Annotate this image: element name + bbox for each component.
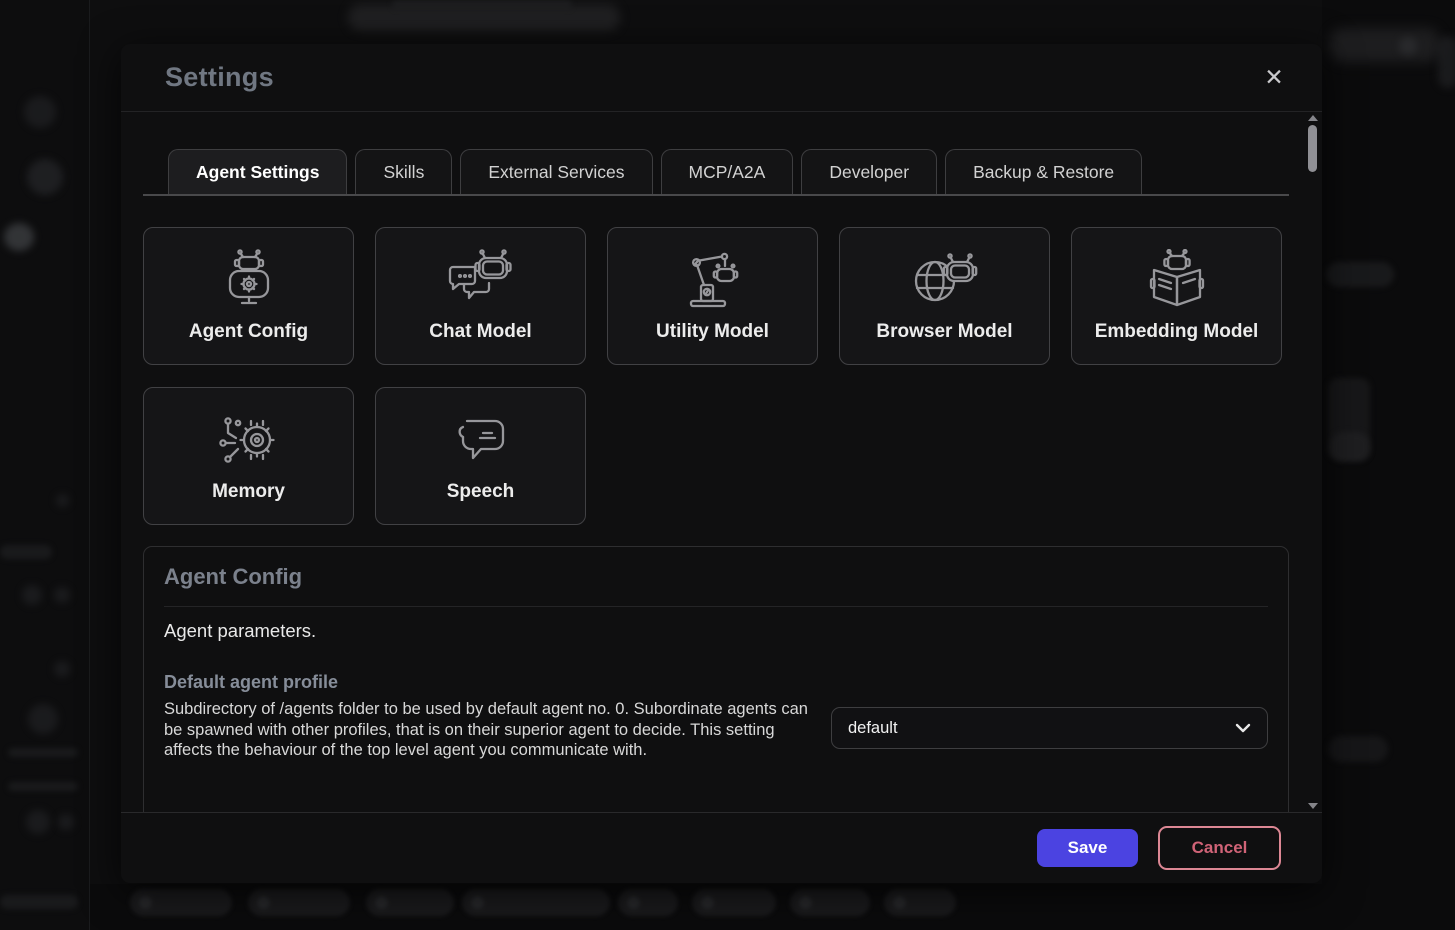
dimmed-bottom-button: [366, 889, 454, 916]
modal-scrollbar[interactable]: [1306, 112, 1319, 812]
robot-monitor-gear-icon: [213, 249, 285, 311]
scrollbar-thumb[interactable]: [1308, 125, 1317, 172]
tab-skills[interactable]: Skills: [355, 149, 452, 194]
tab-label: Backup & Restore: [973, 162, 1114, 183]
dimmed-sidebar-label: [0, 545, 52, 559]
section-divider: [164, 606, 1268, 607]
dimmed-sidebar-label: [8, 782, 78, 791]
dimmed-topbar-icon: [1438, 36, 1455, 88]
modal-header: Settings ✕: [121, 44, 1322, 112]
dimmed-sidebar-icon: [24, 96, 56, 128]
tab-backup-restore[interactable]: Backup & Restore: [945, 149, 1142, 194]
robot-arm-icon: [677, 249, 749, 311]
card-memory[interactable]: Memory: [143, 387, 354, 525]
robot-reading-book-icon: [1141, 249, 1213, 311]
dimmed-bottom-button: [130, 889, 232, 916]
dimmed-side-pill: [1326, 262, 1394, 287]
settings-cards-grid: Agent Config Chat Model: [143, 227, 1289, 525]
card-browser-model[interactable]: Browser Model: [839, 227, 1050, 365]
card-label: Chat Model: [429, 321, 531, 343]
dimmed-sidebar-icon: [26, 810, 50, 834]
tab-agent-settings[interactable]: Agent Settings: [168, 149, 347, 194]
dimmed-sidebar-icon: [54, 661, 70, 677]
tab-label: Developer: [829, 162, 909, 183]
dimmed-topbar-text: [1330, 28, 1440, 62]
settings-tabs: Agent Settings Skills External Services …: [168, 149, 1289, 194]
dimmed-suggestion-text: [392, 0, 572, 9]
dimmed-sidebar-icon: [54, 587, 70, 603]
dimmed-bottom-button: [884, 889, 956, 916]
globe-robot-icon: [909, 249, 981, 311]
dimmed-sidebar-icon: [22, 585, 42, 605]
cancel-button[interactable]: Cancel: [1158, 826, 1281, 870]
dimmed-sidebar-label: [8, 748, 78, 757]
dimmed-bottom-button: [618, 889, 678, 916]
dimmed-bottom-button: [692, 889, 776, 916]
dimmed-sidebar-icon: [58, 814, 74, 830]
card-embedding-model[interactable]: Embedding Model: [1071, 227, 1282, 365]
dimmed-bottom-button: [462, 889, 610, 916]
card-agent-config[interactable]: Agent Config: [143, 227, 354, 365]
chevron-down-icon: [1235, 723, 1251, 733]
modal-footer: Save Cancel: [121, 812, 1322, 883]
tab-label: Skills: [383, 162, 424, 183]
dimmed-sidebar-label: [0, 895, 78, 909]
section-subtitle: Agent parameters.: [164, 619, 1268, 643]
tab-external-services[interactable]: External Services: [460, 149, 652, 194]
field-label: Default agent profile: [164, 671, 809, 693]
card-label: Embedding Model: [1095, 321, 1259, 343]
dimmed-side-widget: [1328, 736, 1388, 762]
settings-modal: Settings ✕ Agent Settings Skills Externa…: [121, 44, 1322, 883]
tab-label: MCP/A2A: [689, 162, 766, 183]
agent-config-section: Agent Config Agent parameters. Default a…: [143, 546, 1289, 812]
field-control: default: [831, 671, 1268, 761]
dimmed-sidebar-icon: [27, 159, 63, 195]
section-title: Agent Config: [164, 563, 1268, 591]
select-value: default: [848, 719, 898, 738]
save-button[interactable]: Save: [1037, 829, 1138, 867]
field-text: Default agent profile Subdirectory of /a…: [164, 671, 809, 761]
scroll-up-arrow-icon[interactable]: [1308, 115, 1318, 121]
dimmed-sidebar-icon: [56, 494, 69, 507]
card-label: Speech: [447, 481, 515, 503]
modal-body: Agent Settings Skills External Services …: [121, 112, 1322, 812]
dimmed-topbar-icon: [1399, 37, 1417, 55]
card-chat-model[interactable]: Chat Model: [375, 227, 586, 365]
chat-bubbles-robot-icon: [445, 249, 517, 311]
tab-label: Agent Settings: [196, 162, 319, 183]
card-label: Utility Model: [656, 321, 769, 343]
dimmed-bottom-button: [248, 889, 350, 916]
memory-circuit-gear-icon: [213, 409, 285, 471]
dimmed-side-widget: [1330, 432, 1370, 462]
dimmed-sidebar-icon: [28, 704, 58, 734]
tab-mcp-a2a[interactable]: MCP/A2A: [661, 149, 794, 194]
field-description: Subdirectory of /agents folder to be use…: [164, 699, 809, 761]
tab-label: External Services: [488, 162, 624, 183]
card-utility-model[interactable]: Utility Model: [607, 227, 818, 365]
scroll-down-arrow-icon[interactable]: [1308, 803, 1318, 809]
default-agent-profile-select[interactable]: default: [831, 707, 1268, 749]
close-icon[interactable]: ✕: [1256, 60, 1292, 96]
card-label: Memory: [212, 481, 285, 503]
dimmed-bottom-button: [790, 889, 870, 916]
speech-bubble-icon: [445, 409, 517, 471]
tabs-underline: [143, 194, 1289, 196]
field-default-agent-profile: Default agent profile Subdirectory of /a…: [164, 671, 1268, 761]
card-speech[interactable]: Speech: [375, 387, 586, 525]
dimmed-sidebar-icon: [4, 223, 34, 251]
tab-developer[interactable]: Developer: [801, 149, 937, 194]
modal-title: Settings: [165, 62, 274, 93]
card-label: Browser Model: [876, 321, 1012, 343]
card-label: Agent Config: [189, 321, 308, 343]
